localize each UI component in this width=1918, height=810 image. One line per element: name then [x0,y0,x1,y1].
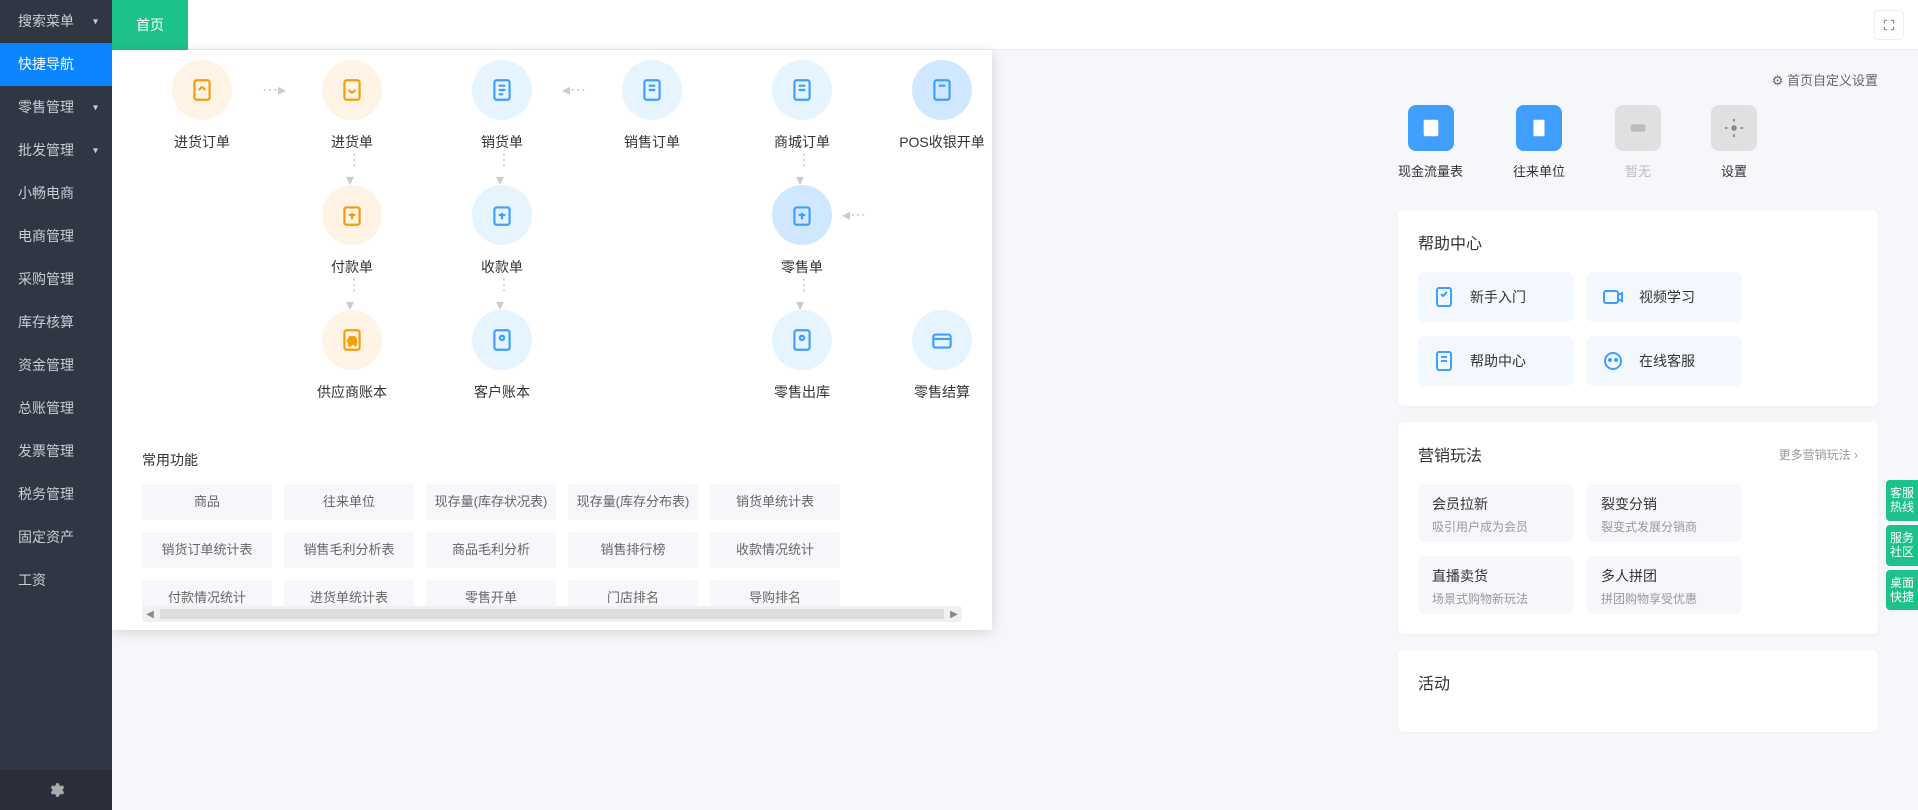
quicknav-flyout: 进货订单 进货单 销货单 销售订单 商城订单 POS收银开单 付款单 收款单 零… [112,50,992,630]
sidebar-inventory[interactable]: 库存核算 [0,301,112,344]
empty-icon [1627,117,1649,139]
tag-hotline[interactable]: 客服热线 [1886,480,1918,521]
node-customer-ledger[interactable]: 客户账本 [442,310,562,402]
node-sales-order[interactable]: 销售订单 [592,60,712,152]
topbar: 首页 [112,0,1918,50]
chevron-down-icon: ▾ [93,86,98,129]
scroll-left-icon[interactable]: ◀ [142,609,158,620]
arrow-icon: ⋮▾ [496,275,512,315]
func-sales-rank[interactable]: 销售排行榜 [568,532,698,568]
node-mall-order[interactable]: 商城订单 [742,60,862,152]
side-tags: 客服热线 服务社区 桌面快捷 [1886,480,1918,614]
arrow-icon: ⋯▸ [262,80,286,100]
scroll-right-icon[interactable]: ▶ [946,609,962,620]
fullscreen-button[interactable] [1874,10,1904,40]
func-stock-dist[interactable]: 现存量(库存分布表) [568,484,698,520]
sidebar-funds[interactable]: 资金管理 [0,344,112,387]
video-icon [1601,285,1625,309]
sidebar-invoice[interactable]: 发票管理 [0,430,112,473]
flow-diagram: 进货订单 进货单 销货单 销售订单 商城订单 POS收银开单 付款单 收款单 零… [112,50,992,450]
help-center[interactable]: 帮助中心 [1418,336,1573,386]
shortcut-cashflow[interactable]: 现金流量表 [1398,105,1463,180]
arrow-icon: ⋮▾ [496,150,512,190]
func-stock-status[interactable]: 现存量(库存状况表) [426,484,556,520]
arrow-icon: ⋮▾ [796,150,812,190]
horizontal-scrollbar[interactable]: ◀ ▶ [142,606,962,622]
svg-text:供: 供 [348,335,357,346]
help-title: 帮助中心 [1418,230,1482,254]
customize-link[interactable]: ⚙ 首页自定义设置 [1398,70,1878,89]
func-contacts[interactable]: 往来单位 [284,484,414,520]
arrow-icon: ⋮▾ [796,275,812,315]
func-sales-stat[interactable]: 销货单统计表 [710,484,840,520]
help-service[interactable]: 在线客服 [1587,336,1742,386]
headset-icon [1601,349,1625,373]
shortcut-empty[interactable]: 暂无 [1615,105,1661,180]
arrow-icon: ⋮▾ [346,150,362,190]
scroll-track[interactable] [160,609,944,619]
sidebar-assets[interactable]: 固定资产 [0,516,112,559]
activity-panel: 活动 [1398,650,1878,732]
activity-title: 活动 [1418,670,1450,694]
func-goods-profit[interactable]: 商品毛利分析 [426,532,556,568]
sidebar-quicknav[interactable]: 快捷导航 [0,43,112,86]
help-beginner[interactable]: 新手入门 [1418,272,1573,322]
gear-icon [1723,117,1745,139]
node-retail-out[interactable]: 零售出库 [742,310,862,402]
node-sales-bill[interactable]: 销货单 [442,60,562,152]
sidebar-salary[interactable]: 工资 [0,559,112,602]
arrow-icon: ◂⋯ [562,80,586,100]
sidebar-search[interactable]: 搜索菜单▾ [0,0,112,43]
node-receipt[interactable]: 收款单 [442,185,562,277]
gear-icon [47,781,65,799]
node-pos[interactable]: POS收银开单 [882,60,1002,152]
func-receipt-stat[interactable]: 收款情况统计 [710,532,840,568]
right-panel: ⚙ 首页自定义设置 现金流量表 往来单位 暂无 设置 帮助中心 新手入门 视频学… [1358,50,1918,768]
help-video[interactable]: 视频学习 [1587,272,1742,322]
common-title: 常用功能 [142,450,962,470]
sidebar-purchase[interactable]: 采购管理 [0,258,112,301]
arrow-icon: ◂⋯ [842,205,866,225]
sidebar-ledger[interactable]: 总账管理 [0,387,112,430]
marketing-title: 营销玩法 [1418,442,1482,466]
arrow-icon: ⋮▾ [346,275,362,315]
chevron-down-icon: ▾ [93,0,98,43]
sidebar-wholesale[interactable]: 批发管理▾ [0,129,112,172]
market-live[interactable]: 直播卖货场景式购物新玩法 [1418,556,1573,614]
node-purchase-order[interactable]: 进货订单 [142,60,262,152]
sidebar-xiaochang[interactable]: 小畅电商 [0,172,112,215]
node-supplier-ledger[interactable]: 供供应商账本 [292,310,412,402]
sidebar-ecommerce[interactable]: 电商管理 [0,215,112,258]
clipboard-icon [1432,285,1456,309]
func-goods[interactable]: 商品 [142,484,272,520]
marketing-panel: 营销玩法 更多营销玩法 › 会员拉新吸引用户成为会员 裂变分销裂变式发展分销商 直… [1398,422,1878,634]
marketing-more-link[interactable]: 更多营销玩法 › [1779,446,1858,463]
report-icon [1420,117,1442,139]
func-gross-profit[interactable]: 销售毛利分析表 [284,532,414,568]
common-grid: 商品 往来单位 现存量(库存状况表) 现存量(库存分布表) 销货单统计表 销货订… [142,484,962,616]
fullscreen-icon [1882,18,1896,32]
sidebar: 搜索菜单▾ 快捷导航 零售管理▾ 批发管理▾ 小畅电商 电商管理 采购管理 库存… [0,0,112,810]
node-payment[interactable]: 付款单 [292,185,412,277]
help-panel: 帮助中心 新手入门 视频学习 帮助中心 在线客服 [1398,210,1878,406]
node-retail-bill[interactable]: 零售单 [742,185,862,277]
sidebar-retail[interactable]: 零售管理▾ [0,86,112,129]
sidebar-settings[interactable] [0,770,112,810]
func-sales-order-stat[interactable]: 销货订单统计表 [142,532,272,568]
market-group[interactable]: 多人拼团拼团购物享受优惠 [1587,556,1742,614]
tag-community[interactable]: 服务社区 [1886,525,1918,566]
market-member[interactable]: 会员拉新吸引用户成为会员 [1418,484,1573,542]
sidebar-tax[interactable]: 税务管理 [0,473,112,516]
node-retail-settle[interactable]: 零售结算 [882,310,1002,402]
tag-desktop[interactable]: 桌面快捷 [1886,570,1918,611]
building-icon [1528,117,1550,139]
shortcut-settings[interactable]: 设置 [1711,105,1757,180]
market-fission[interactable]: 裂变分销裂变式发展分销商 [1587,484,1742,542]
node-purchase-bill[interactable]: 进货单 [292,60,412,152]
tab-home[interactable]: 首页 [112,0,188,50]
chevron-down-icon: ▾ [93,129,98,172]
doc-icon [1432,349,1456,373]
shortcut-row: 现金流量表 往来单位 暂无 设置 [1398,105,1878,180]
shortcut-contacts[interactable]: 往来单位 [1513,105,1565,180]
